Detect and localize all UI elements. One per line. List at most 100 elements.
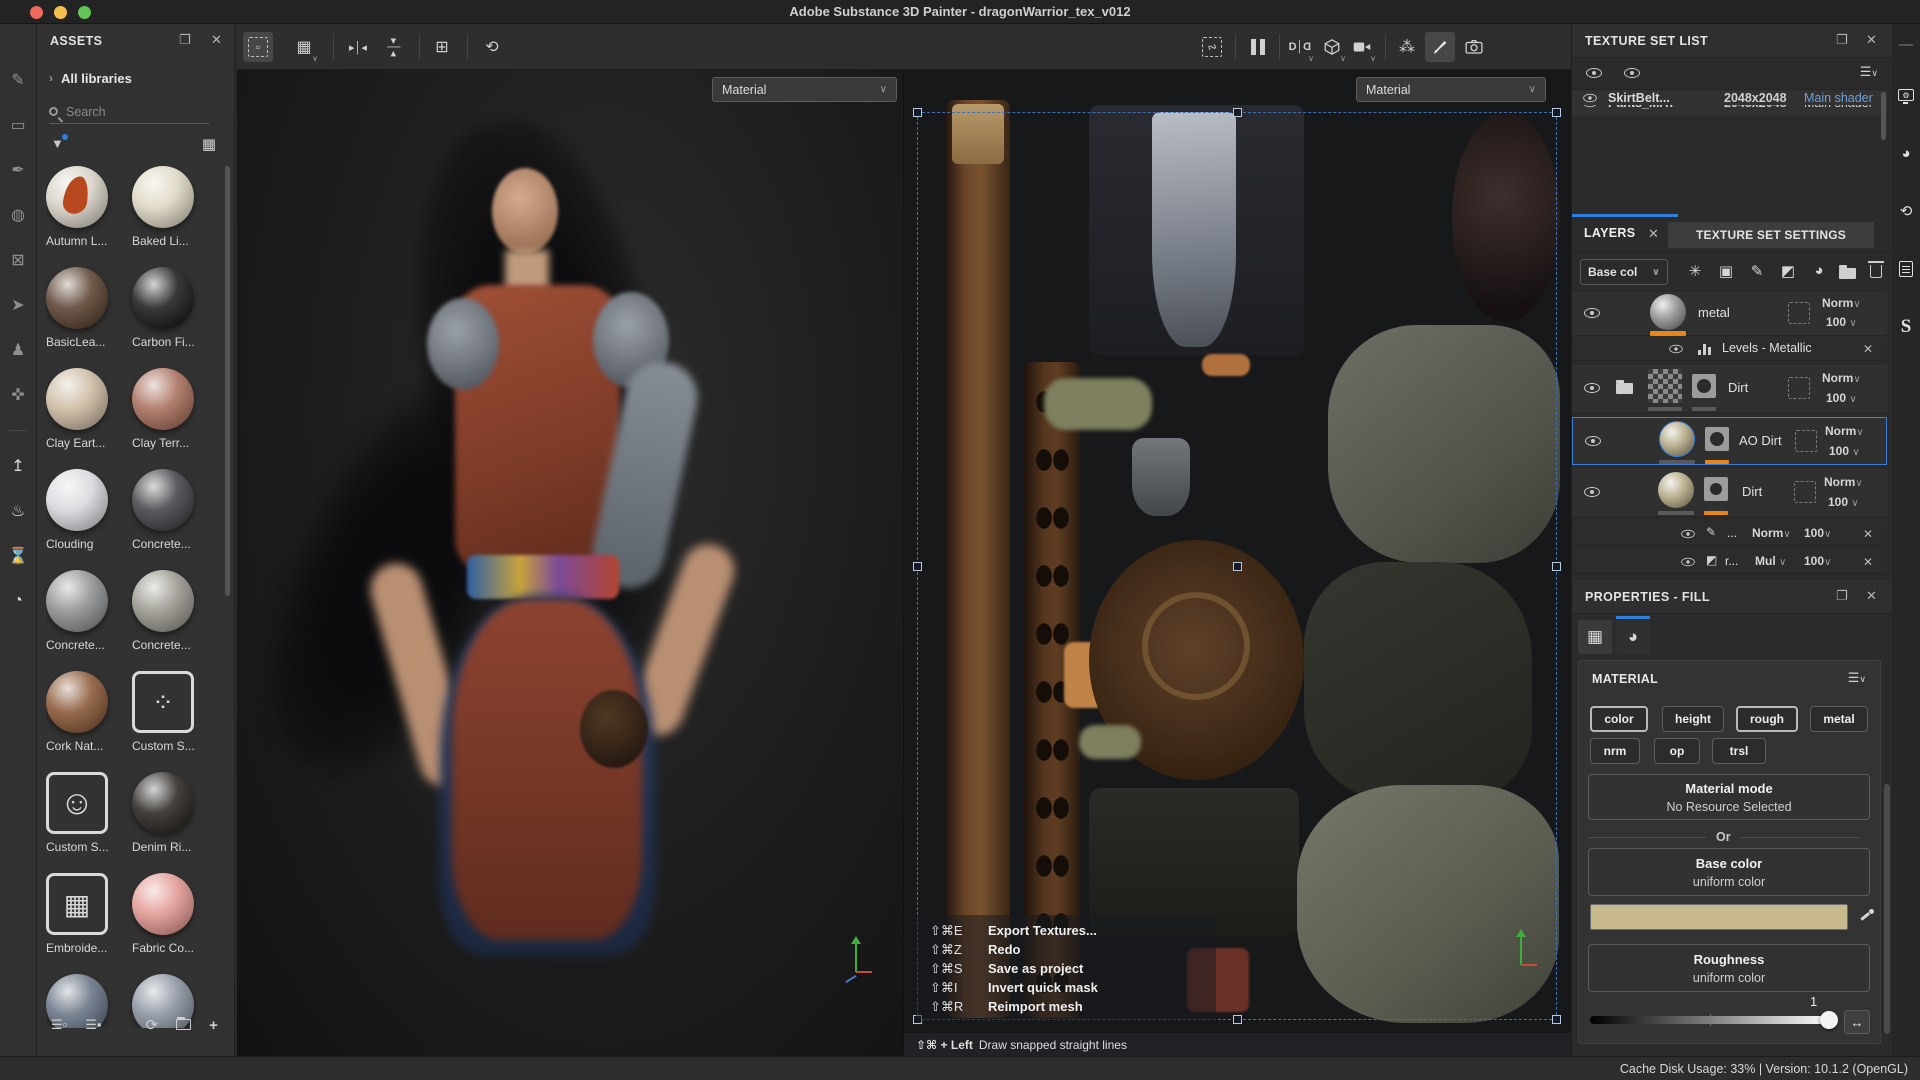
shader-settings-icon[interactable]: ◕ bbox=[1895, 142, 1917, 164]
viewport-3d[interactable]: Material ∨ bbox=[237, 70, 903, 1056]
minimize-window-button[interactable] bbox=[54, 6, 67, 19]
opacity-value[interactable]: 100 ∨ bbox=[1826, 315, 1857, 329]
clone-tool-icon[interactable]: ♟ bbox=[6, 338, 30, 362]
tab-properties-material-icon[interactable]: ◕ bbox=[1616, 620, 1650, 654]
search-input[interactable] bbox=[66, 105, 186, 119]
viewport3d-material-dropdown[interactable]: Material ∨ bbox=[712, 77, 897, 102]
resources-updates-icon[interactable]: ◔ bbox=[6, 589, 30, 613]
close-panel-icon[interactable]: ✕ bbox=[211, 33, 222, 46]
selection-handle[interactable] bbox=[1552, 108, 1561, 117]
material-mode-box[interactable]: Material mode No Resource Selected bbox=[1588, 774, 1870, 820]
channel-select-dropdown[interactable]: Base col ∨ bbox=[1580, 259, 1668, 285]
slider-reset-button[interactable]: ↔ bbox=[1844, 1010, 1870, 1034]
mask-thumbnail[interactable] bbox=[1704, 477, 1728, 501]
perspective-cube-icon[interactable]: ∨ bbox=[1317, 32, 1347, 62]
selection-handle[interactable] bbox=[1552, 562, 1561, 571]
undock-panel-icon[interactable]: ❐ bbox=[1836, 589, 1848, 602]
asset-item[interactable]: Baked Li... bbox=[132, 166, 210, 267]
opacity-value[interactable]: 100∨ bbox=[1804, 526, 1831, 540]
visibility-eye-icon[interactable] bbox=[1681, 558, 1695, 567]
opacity-value[interactable]: 100 ∨ bbox=[1826, 391, 1857, 405]
layer-row-metal[interactable]: metal Norm∨ 100 ∨ bbox=[1572, 292, 1887, 336]
visibility-eye-icon[interactable] bbox=[1584, 308, 1600, 318]
add-effect-icon[interactable]: ✳ bbox=[1684, 262, 1706, 280]
asset-item[interactable]: Clay Eart... bbox=[46, 368, 124, 469]
asset-item[interactable]: Clay Terr... bbox=[132, 368, 210, 469]
channel-chip-trsl[interactable]: trsl bbox=[1712, 738, 1766, 764]
bake-mesh-maps-icon[interactable]: ♨ bbox=[6, 499, 30, 523]
grid-select-icon[interactable]: ▦∨ bbox=[289, 32, 319, 62]
rectangle-select-icon[interactable]: ▫ bbox=[243, 32, 273, 62]
asset-item[interactable]: Concrete... bbox=[132, 570, 210, 671]
delete-layer-icon[interactable] bbox=[1865, 265, 1887, 282]
viewport-2d[interactable]: Material ∨ bbox=[903, 70, 1571, 1056]
opacity-value[interactable]: 100 ∨ bbox=[1828, 495, 1859, 509]
layer-thumbnail[interactable] bbox=[1658, 472, 1694, 508]
remove-effect-icon[interactable]: ✕ bbox=[1863, 527, 1873, 541]
asset-item[interactable]: Concrete... bbox=[132, 469, 210, 570]
roughness-slider[interactable] bbox=[1590, 1016, 1830, 1024]
filter-presets-icon[interactable]: ▼ bbox=[51, 136, 64, 151]
camera-view-icon[interactable]: ∨ bbox=[1347, 32, 1377, 62]
frame-view-icon[interactable]: ⊞ bbox=[427, 32, 457, 62]
close-window-button[interactable] bbox=[30, 6, 43, 19]
properties-scrollbar[interactable] bbox=[1884, 784, 1890, 1034]
add-smart-material-icon[interactable]: ◕ bbox=[1808, 262, 1830, 279]
close-panel-icon[interactable]: ✕ bbox=[1866, 589, 1877, 602]
layer-thumbnail[interactable] bbox=[1659, 421, 1695, 457]
blend-mode[interactable]: Norm∨ bbox=[1822, 296, 1861, 310]
viewport2d-material-dropdown[interactable]: Material ∨ bbox=[1356, 77, 1546, 102]
list-view-icon[interactable]: ☰▫ bbox=[51, 1017, 67, 1033]
texture-set-hscrollbar[interactable] bbox=[1572, 214, 1678, 217]
asset-item[interactable]: Autumn L... bbox=[46, 166, 124, 267]
display-settings-icon[interactable]: ⚙ bbox=[1895, 84, 1917, 106]
zoom-window-button[interactable] bbox=[78, 6, 91, 19]
selection-handle[interactable] bbox=[1233, 108, 1242, 117]
library-selector[interactable]: › All libraries bbox=[37, 66, 234, 90]
mask-thumbnail[interactable] bbox=[1705, 427, 1729, 451]
base-color-swatch[interactable] bbox=[1590, 904, 1848, 930]
visibility-eye-icon[interactable] bbox=[1584, 487, 1600, 497]
pending-processes-icon[interactable]: ⌛ bbox=[6, 544, 30, 568]
blend-mode[interactable]: Norm∨ bbox=[1824, 475, 1863, 489]
layer-row-dirt-group[interactable]: Dirt Norm∨ 100 ∨ bbox=[1572, 365, 1887, 413]
blend-mode[interactable]: Norm∨ bbox=[1822, 371, 1861, 385]
history-icon[interactable]: ⟲ bbox=[1895, 200, 1917, 222]
folder-open-icon[interactable] bbox=[176, 1017, 191, 1034]
physics-disabled-icon[interactable]: ∿ bbox=[1197, 32, 1227, 62]
opacity-value[interactable]: 100 ∨ bbox=[1829, 444, 1860, 458]
visibility-eye-icon[interactable] bbox=[1584, 383, 1600, 393]
base-color-box[interactable]: Base color uniform color bbox=[1588, 848, 1870, 896]
asset-item[interactable]: Custom S... bbox=[46, 772, 124, 873]
visibility-eye-icon[interactable] bbox=[1585, 436, 1601, 446]
particles-brush-icon[interactable]: ⁂ bbox=[1392, 32, 1422, 62]
dock-handle[interactable] bbox=[1899, 44, 1913, 46]
layer-effect-levels[interactable]: Levels - Metallic ✕ bbox=[1572, 337, 1887, 361]
channel-chip-op[interactable]: op bbox=[1654, 738, 1700, 764]
layer-thumbnail[interactable] bbox=[1650, 294, 1686, 330]
layer-row-ao-dirt[interactable]: AO Dirt Norm∨ 100 ∨ bbox=[1572, 417, 1887, 465]
add-mask-icon[interactable]: ▣ bbox=[1715, 262, 1737, 280]
substance-share-icon[interactable]: S bbox=[1895, 316, 1917, 338]
visibility-eye-icon[interactable] bbox=[1583, 93, 1597, 102]
channel-chip-height[interactable]: height bbox=[1662, 706, 1724, 732]
symmetry-icon[interactable]: D│D∨ bbox=[1285, 32, 1315, 62]
visibility-eye-icon[interactable] bbox=[1669, 345, 1683, 354]
texture-set-scrollbar[interactable] bbox=[1881, 92, 1886, 140]
tab-layers[interactable]: LAYERS bbox=[1584, 226, 1635, 240]
selection-handle[interactable] bbox=[1233, 1015, 1242, 1024]
asset-item[interactable]: Clouding bbox=[46, 469, 124, 570]
reset-view-icon[interactable]: ⟲ bbox=[477, 32, 507, 62]
quick-mask-tool-icon[interactable]: ⊠ bbox=[6, 248, 30, 272]
add-fill-layer-icon[interactable]: ◩ bbox=[1777, 262, 1799, 280]
toggle-all-visibility-icon[interactable] bbox=[1586, 68, 1602, 78]
asset-item[interactable]: Custom S... bbox=[132, 671, 210, 772]
tab-texture-set-settings[interactable]: TEXTURE SET SETTINGS bbox=[1668, 222, 1874, 248]
undock-panel-icon[interactable]: ❐ bbox=[179, 33, 191, 46]
log-icon[interactable] bbox=[1895, 258, 1917, 280]
filter-list-icon[interactable]: ☰∨ bbox=[1860, 64, 1878, 80]
undock-panel-icon[interactable]: ❐ bbox=[1836, 33, 1848, 46]
roughness-box[interactable]: Roughness uniform color bbox=[1588, 944, 1870, 992]
remove-effect-icon[interactable]: ✕ bbox=[1863, 342, 1873, 356]
paint-tool-icon[interactable]: ✎ bbox=[6, 68, 30, 92]
